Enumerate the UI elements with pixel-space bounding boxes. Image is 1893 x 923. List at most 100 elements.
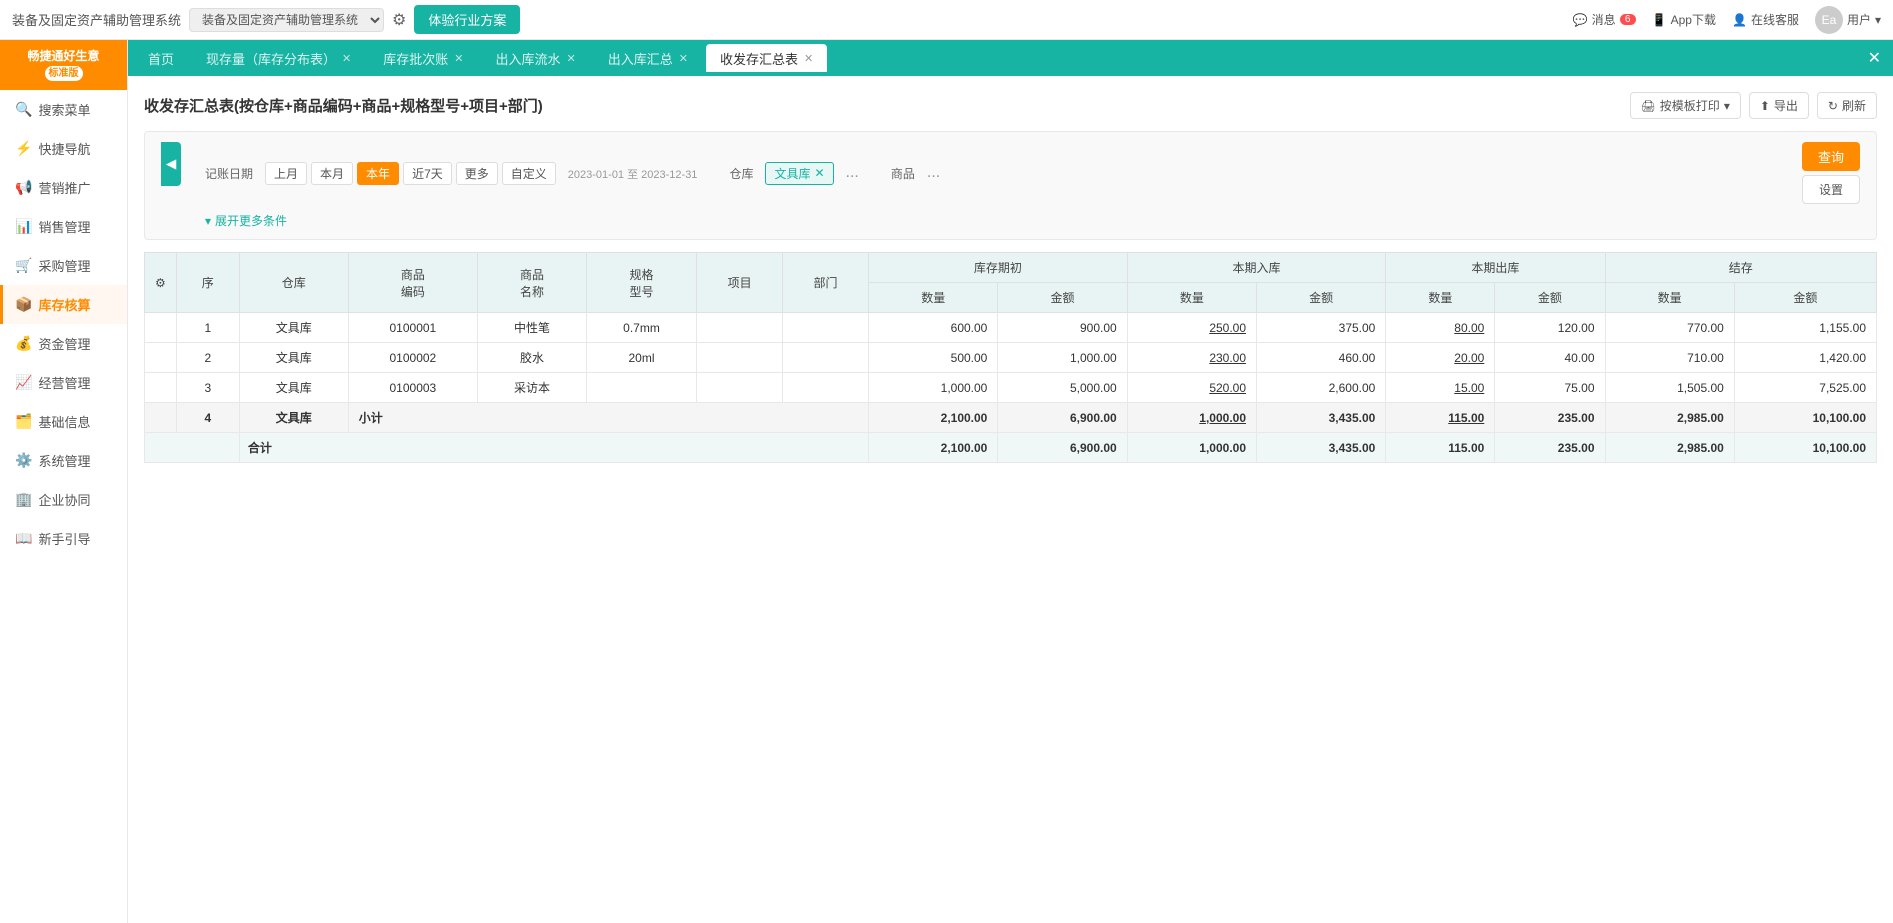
row-settings[interactable] [145,343,177,373]
date-btn-7days[interactable]: 近7天 [403,162,452,185]
row-opening-qty: 1,000.00 [869,373,998,403]
goods-dots[interactable]: ... [927,164,940,182]
tab-batch[interactable]: 库存批次账 ✕ [369,44,477,72]
sidebar-item-finance[interactable]: 💰 资金管理 [0,324,127,363]
warehouse-dots[interactable]: ... [846,164,859,182]
remove-warehouse-icon[interactable]: ✕ [814,166,824,180]
row-dept [783,343,869,373]
sidebar-item-operation[interactable]: 📈 经营管理 [0,363,127,402]
subtotal-balance-amt: 10,100.00 [1734,403,1876,433]
tab-stock-dist[interactable]: 现存量（库存分布表） ✕ [192,44,365,72]
tab-close-recv-send[interactable]: ✕ [804,52,813,65]
sidebar-item-system[interactable]: ⚙️ 系统管理 [0,441,127,480]
tab-recv-send[interactable]: 收发存汇总表 ✕ [706,44,827,72]
collapse-filter-button[interactable]: ◀ [161,142,181,186]
page-title: 收发存汇总表(按仓库+商品编码+商品+规格型号+项目+部门) [144,95,543,116]
app-download-nav[interactable]: 📱 App下载 [1652,11,1716,28]
row-project [697,313,783,343]
date-btn-this-year[interactable]: 本年 [357,162,399,185]
row-no: 1 [176,313,239,343]
subtotal-in-amt: 3,435.00 [1257,403,1386,433]
row-in-amt: 375.00 [1257,313,1386,343]
user-nav[interactable]: Ea 用户 ▾ [1815,6,1881,34]
query-button[interactable]: 查询 [1802,142,1860,171]
row-in-qty[interactable]: 520.00 [1127,373,1256,403]
row-in-qty[interactable]: 250.00 [1127,313,1256,343]
col-group-opening: 库存期初 [869,253,1128,283]
settings-button[interactable]: 设置 [1802,175,1860,204]
subtotal-opening-qty: 2,100.00 [869,403,998,433]
system-selector[interactable]: 装备及固定资产辅助管理系统 [189,8,384,32]
col-settings[interactable]: ⚙ [145,253,177,313]
date-btn-more[interactable]: 更多 [456,162,498,185]
service-icon: 👤 [1732,13,1747,27]
chevron-down-icon: ▾ [1724,99,1730,113]
row-balance-qty: 770.00 [1605,313,1734,343]
row-dept [783,373,869,403]
subtotal-opening-amt: 6,900.00 [998,403,1127,433]
tab-summary[interactable]: 出入库汇总 ✕ [594,44,702,72]
sidebar-item-search[interactable]: 🔍 搜索菜单 [0,90,127,129]
print-button[interactable]: 🖨 按模板打印 ▾ [1630,92,1741,119]
subtotal-in-qty[interactable]: 1,000.00 [1127,403,1256,433]
sidebar-item-purchase[interactable]: 🛒 采购管理 [0,246,127,285]
sidebar-item-inventory[interactable]: 📦 库存核算 [0,285,127,324]
row-warehouse: 文具库 [239,313,348,343]
export-button[interactable]: ⬆ 导出 [1749,92,1809,119]
online-service-nav[interactable]: 👤 在线客服 [1732,11,1799,28]
tab-home[interactable]: 首页 [134,44,188,72]
tab-close-all-button[interactable]: ✕ [1860,48,1889,68]
tab-close-summary[interactable]: ✕ [679,52,688,65]
row-out-qty[interactable]: 80.00 [1386,313,1495,343]
col-project: 项目 [697,253,783,313]
sidebar-item-sales[interactable]: 📊 销售管理 [0,207,127,246]
tab-close-batch[interactable]: ✕ [454,52,463,65]
row-in-qty[interactable]: 230.00 [1127,343,1256,373]
row-opening-qty: 600.00 [869,313,998,343]
col-balance-qty: 数量 [1605,283,1734,313]
row-settings[interactable] [145,313,177,343]
expand-conditions-button[interactable]: ▾ 展开更多条件 [205,212,1860,229]
sidebar-item-quick[interactable]: ⚡ 快捷导航 [0,129,127,168]
col-opening-qty: 数量 [869,283,998,313]
version-badge: 标准版 [45,66,83,81]
row-goods-spec: 0.7mm [586,313,696,343]
row-out-qty[interactable]: 20.00 [1386,343,1495,373]
tab-flow[interactable]: 出入库流水 ✕ [481,44,589,72]
table-row: 1 文具库 0100001 中性笔 0.7mm 600.00 900.00 25… [145,313,1877,343]
total-opening-qty: 2,100.00 [869,433,998,463]
sidebar-item-marketing[interactable]: 📢 营销推广 [0,168,127,207]
gear-icon[interactable]: ⚙ [392,10,406,30]
subtotal-out-qty[interactable]: 115.00 [1386,403,1495,433]
subtotal-no: 4 [176,403,239,433]
row-settings[interactable] [145,373,177,403]
purchase-icon: 🛒 [15,257,32,274]
message-badge: 6 [1620,14,1636,25]
row-no: 2 [176,343,239,373]
subtotal-settings [145,403,177,433]
warehouse-tag[interactable]: 文具库 ✕ [765,162,833,185]
avatar: Ea [1815,6,1843,34]
row-balance-amt: 7,525.00 [1734,373,1876,403]
refresh-button[interactable]: ↻ 刷新 [1817,92,1877,119]
try-button[interactable]: 体验行业方案 [414,5,520,34]
row-balance-qty: 1,505.00 [1605,373,1734,403]
sidebar-item-guide[interactable]: 📖 新手引导 [0,519,127,558]
row-project [697,373,783,403]
total-opening-amt: 6,900.00 [998,433,1127,463]
table-row: 2 文具库 0100002 胶水 20ml 500.00 1,000.00 23… [145,343,1877,373]
row-out-qty[interactable]: 15.00 [1386,373,1495,403]
search-icon: 🔍 [15,101,32,118]
row-goods-name: 胶水 [478,343,587,373]
sidebar-item-basic[interactable]: 🗂️ 基础信息 [0,402,127,441]
tab-close-flow[interactable]: ✕ [567,52,576,65]
tab-close-stock-dist[interactable]: ✕ [342,52,351,65]
message-nav[interactable]: 💬 消息 6 [1573,11,1636,28]
date-btn-custom[interactable]: 自定义 [502,162,556,185]
date-btn-this-month[interactable]: 本月 [311,162,353,185]
date-btn-last-month[interactable]: 上月 [265,162,307,185]
sidebar-item-company[interactable]: 🏢 企业协同 [0,480,127,519]
col-balance-amt: 金额 [1734,283,1876,313]
row-goods-name: 中性笔 [478,313,587,343]
row-opening-amt: 5,000.00 [998,373,1127,403]
